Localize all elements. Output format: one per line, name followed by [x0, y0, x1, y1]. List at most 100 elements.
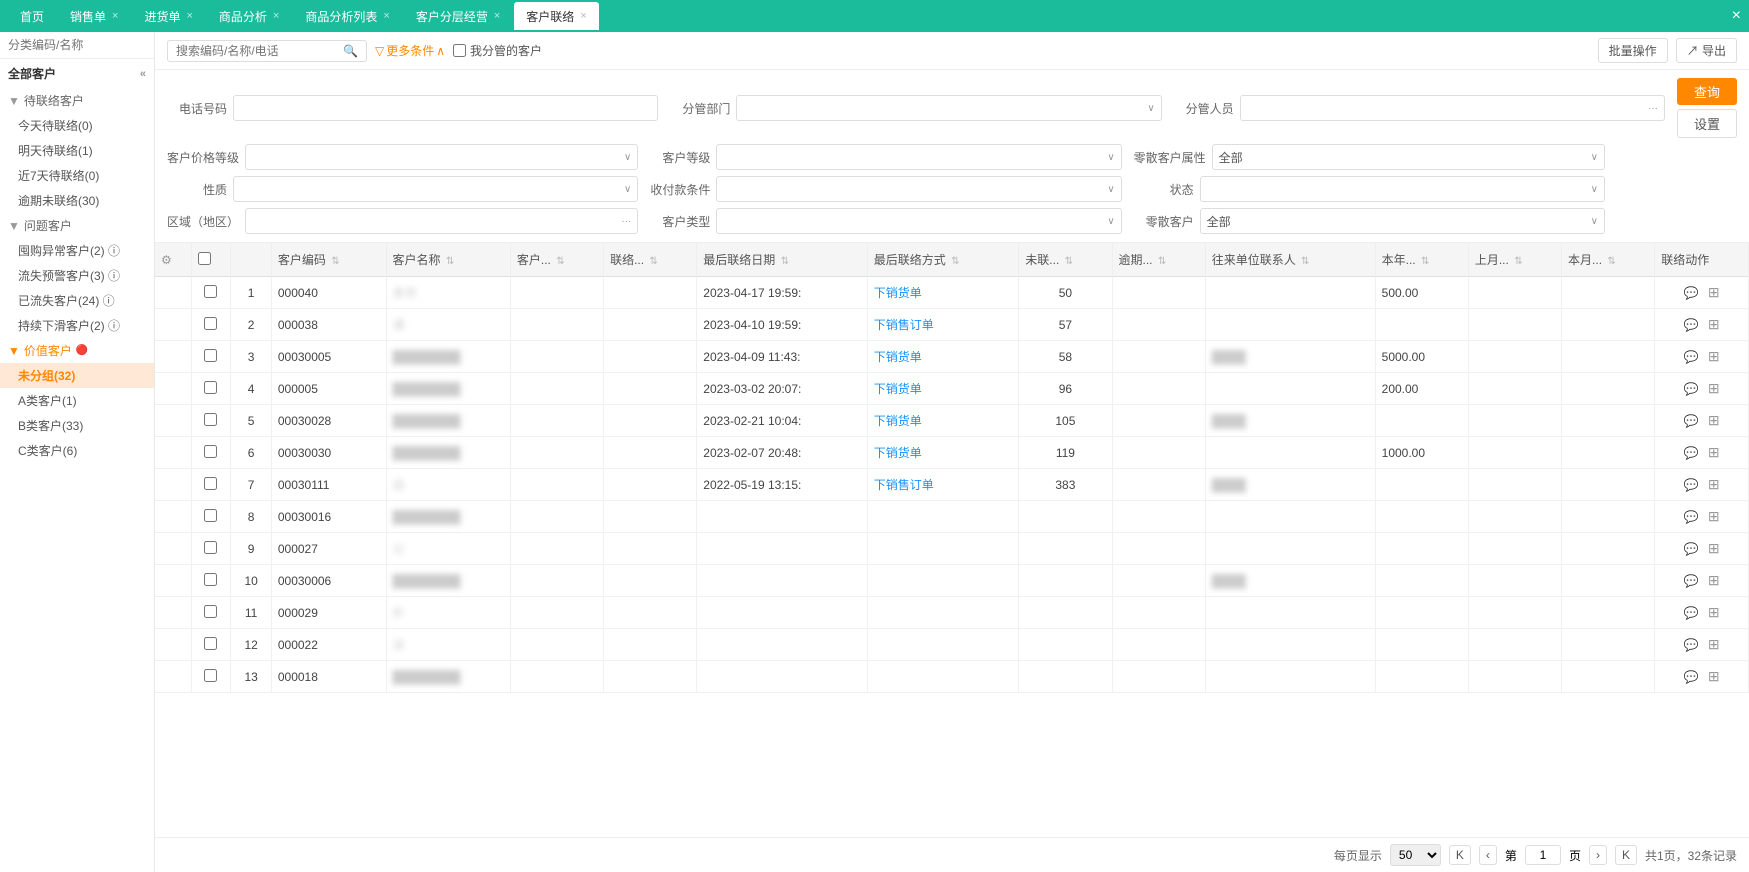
col-code[interactable]: 客户编码 ⇅	[271, 243, 386, 277]
row-check[interactable]	[191, 437, 231, 469]
action-message-icon[interactable]: 💬	[1684, 638, 1699, 652]
row-action[interactable]: 💬 ⊞	[1655, 309, 1749, 341]
row-action[interactable]: 💬 ⊞	[1655, 277, 1749, 309]
status-select[interactable]: ∨	[1200, 176, 1605, 202]
row-last-way[interactable]: 下销货单	[867, 437, 1019, 469]
col-last-way[interactable]: 最后联络方式 ⇅	[867, 243, 1019, 277]
col-contact-person[interactable]: 往来单位联系人 ⇅	[1205, 243, 1375, 277]
gear-icon[interactable]: ⚙	[161, 253, 172, 267]
nature-select[interactable]: ∨	[233, 176, 638, 202]
sidebar-item-abnormal[interactable]: 囤购异常客户(2) ⓘ	[0, 238, 154, 263]
row-check[interactable]	[191, 309, 231, 341]
row-checkbox[interactable]	[204, 477, 217, 490]
row-action[interactable]: 💬 ⊞	[1655, 405, 1749, 437]
action-grid-icon[interactable]: ⊞	[1708, 572, 1720, 588]
action-grid-icon[interactable]: ⊞	[1708, 540, 1720, 556]
phone-input[interactable]	[233, 95, 658, 121]
action-message-icon[interactable]: 💬	[1684, 350, 1699, 364]
action-grid-icon[interactable]: ⊞	[1708, 604, 1720, 620]
sidebar-item-7days-pending[interactable]: 近7天待联络(0)	[0, 163, 154, 188]
first-page-btn[interactable]: K	[1449, 845, 1471, 865]
row-check[interactable]	[191, 661, 231, 693]
contact-way-link[interactable]: 下销货单	[874, 446, 922, 460]
row-check[interactable]	[191, 341, 231, 373]
contact-way-link[interactable]: 下销货单	[874, 286, 922, 300]
export-btn[interactable]: ↗ 导出	[1676, 38, 1737, 63]
tab-customer-segment-close[interactable]: ×	[494, 10, 500, 22]
tab-customer-contact[interactable]: 客户联络 ×	[514, 2, 598, 30]
row-action[interactable]: 💬 ⊞	[1655, 661, 1749, 693]
action-grid-icon[interactable]: ⊞	[1708, 412, 1720, 428]
last-page-btn[interactable]: K	[1615, 845, 1637, 865]
row-action[interactable]: 💬 ⊞	[1655, 437, 1749, 469]
col-this-month[interactable]: 本月... ⇅	[1562, 243, 1655, 277]
sidebar-item-declining[interactable]: 持续下滑客户(2) ⓘ	[0, 313, 154, 338]
reset-btn[interactable]: 设置	[1677, 109, 1737, 138]
all-customers-header[interactable]: 全部客户 «	[0, 59, 154, 88]
action-message-icon[interactable]: 💬	[1684, 414, 1699, 428]
row-action[interactable]: 💬 ⊞	[1655, 597, 1749, 629]
customer-type-select[interactable]: ∨	[716, 208, 1121, 234]
price-level-select[interactable]: ∨	[245, 144, 638, 170]
row-checkbox[interactable]	[204, 317, 217, 330]
row-checkbox[interactable]	[204, 285, 217, 298]
tab-product-analysis-close[interactable]: ×	[273, 10, 279, 22]
group-problem-customers[interactable]: ▼ 问题客户	[0, 213, 154, 238]
tab-customer-contact-close[interactable]: ×	[580, 10, 586, 22]
select-all-checkbox[interactable]	[198, 252, 211, 265]
action-grid-icon[interactable]: ⊞	[1708, 668, 1720, 684]
contact-way-link[interactable]: 下销货单	[874, 382, 922, 396]
payment-select[interactable]: ∨	[716, 176, 1121, 202]
row-checkbox[interactable]	[204, 413, 217, 426]
row-action[interactable]: 💬 ⊞	[1655, 533, 1749, 565]
sidebar-search-input[interactable]	[8, 38, 155, 52]
row-last-way[interactable]: 下销货单	[867, 277, 1019, 309]
col-last-month[interactable]: 上月... ⇅	[1468, 243, 1561, 277]
contact-way-link[interactable]: 下销售订单	[874, 478, 934, 492]
col-type[interactable]: 客户... ⇅	[510, 243, 603, 277]
col-last-date[interactable]: 最后联络日期 ⇅	[697, 243, 868, 277]
row-action[interactable]: 💬 ⊞	[1655, 629, 1749, 661]
row-checkbox[interactable]	[204, 445, 217, 458]
row-checkbox[interactable]	[204, 669, 217, 682]
sidebar-item-tomorrow-pending[interactable]: 明天待联络(1)	[0, 138, 154, 163]
row-check[interactable]	[191, 533, 231, 565]
page-size-select[interactable]: 50 20 100	[1390, 844, 1441, 866]
contact-way-link[interactable]: 下销售订单	[874, 318, 934, 332]
row-checkbox[interactable]	[204, 509, 217, 522]
customer-level-select[interactable]: ∨	[716, 144, 1121, 170]
sidebar-item-class-b[interactable]: B类客户(33)	[0, 413, 154, 438]
row-checkbox[interactable]	[204, 541, 217, 554]
retail-attr-select[interactable]: 全部 ∨	[1212, 144, 1605, 170]
tab-sales[interactable]: 销售单 ×	[58, 2, 130, 30]
tab-customer-segment[interactable]: 客户分层经营 ×	[404, 2, 512, 30]
action-message-icon[interactable]: 💬	[1684, 382, 1699, 396]
row-checkbox[interactable]	[204, 349, 217, 362]
row-last-way[interactable]: 下销售订单	[867, 469, 1019, 501]
next-page-btn[interactable]: ›	[1589, 845, 1607, 865]
row-checkbox[interactable]	[204, 605, 217, 618]
tab-purchase-close[interactable]: ×	[186, 10, 192, 22]
action-grid-icon[interactable]: ⊞	[1708, 348, 1720, 364]
close-all-tabs[interactable]: ×	[1732, 7, 1741, 25]
manager-select[interactable]: ···	[1240, 95, 1665, 121]
tab-product-analysis[interactable]: 商品分析 ×	[207, 2, 291, 30]
col-this-year[interactable]: 本年... ⇅	[1375, 243, 1468, 277]
page-input[interactable]	[1525, 845, 1561, 865]
action-grid-icon[interactable]: ⊞	[1708, 508, 1720, 524]
row-action[interactable]: 💬 ⊞	[1655, 565, 1749, 597]
row-check[interactable]	[191, 501, 231, 533]
filter-search-input[interactable]	[176, 44, 339, 58]
sidebar-item-churned[interactable]: 已流失客户(24) ⓘ	[0, 288, 154, 313]
row-check[interactable]	[191, 597, 231, 629]
col-name[interactable]: 客户名称 ⇅	[386, 243, 510, 277]
row-check[interactable]	[191, 469, 231, 501]
row-check[interactable]	[191, 405, 231, 437]
query-btn[interactable]: 查询	[1677, 78, 1737, 105]
col-overdue[interactable]: 逾期... ⇅	[1112, 243, 1205, 277]
row-action[interactable]: 💬 ⊞	[1655, 501, 1749, 533]
contact-way-link[interactable]: 下销货单	[874, 350, 922, 364]
action-message-icon[interactable]: 💬	[1684, 574, 1699, 588]
action-message-icon[interactable]: 💬	[1684, 542, 1699, 556]
action-grid-icon[interactable]: ⊞	[1708, 380, 1720, 396]
